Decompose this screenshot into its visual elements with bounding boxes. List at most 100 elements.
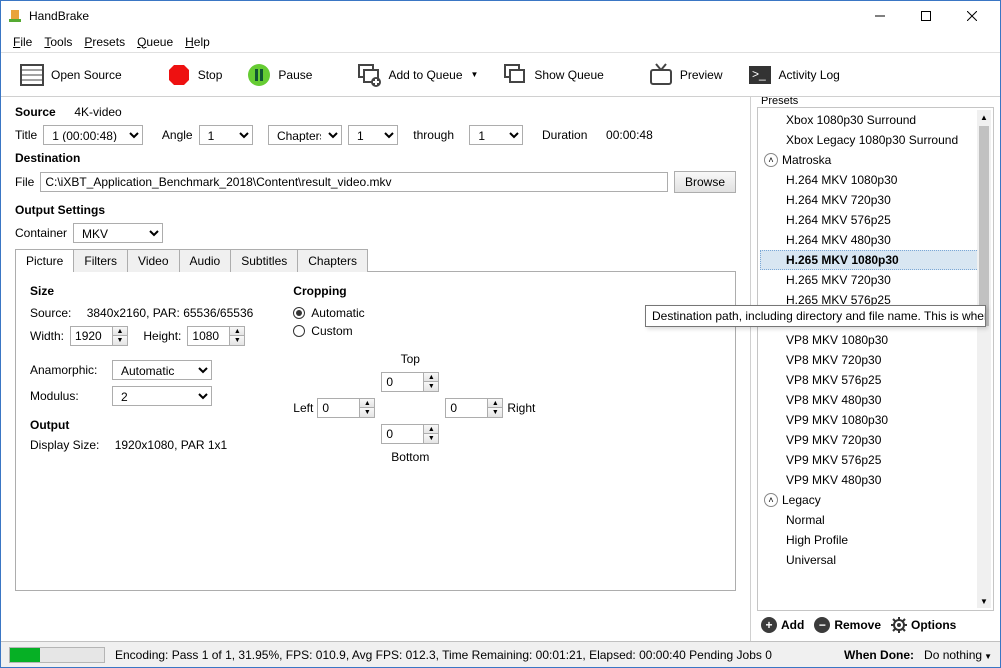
activity-log-button[interactable]: >_ Activity Log: [739, 58, 848, 92]
crop-automatic-radio[interactable]: Automatic: [293, 306, 535, 320]
tab-filters[interactable]: Filters: [73, 249, 128, 272]
crop-right-input[interactable]: [445, 398, 487, 418]
close-button[interactable]: [950, 3, 994, 29]
preset-item[interactable]: Xbox 1080p30 Surround: [760, 110, 991, 130]
preset-item[interactable]: VP9 MKV 480p30: [760, 470, 991, 490]
height-spinner[interactable]: ▲▼: [187, 326, 245, 346]
tab-audio[interactable]: Audio: [179, 249, 232, 272]
add-to-queue-button[interactable]: Add to Queue ▼: [348, 58, 486, 92]
cropping-heading: Cropping: [293, 284, 535, 298]
angle-select[interactable]: 1: [199, 125, 253, 145]
preset-item[interactable]: Xbox Legacy 1080p30 Surround: [760, 130, 991, 150]
preset-group[interactable]: ˄Legacy: [760, 490, 991, 510]
crop-bottom-spinner[interactable]: ▲▼: [381, 424, 439, 444]
preset-item[interactable]: VP8 MKV 1080p30: [760, 330, 991, 350]
crop-auto-label: Automatic: [311, 306, 364, 320]
height-label: Height:: [143, 329, 181, 343]
preset-add-button[interactable]: +Add: [761, 617, 804, 633]
preset-item[interactable]: Universal: [760, 550, 991, 570]
angle-label: Angle: [162, 128, 193, 142]
preset-item[interactable]: VP8 MKV 576p25: [760, 370, 991, 390]
crop-custom-label: Custom: [311, 324, 352, 338]
toolbar: Open Source Stop Pause Add to Queue ▼ Sh…: [1, 53, 1000, 97]
destination-label: Destination: [15, 151, 736, 165]
menu-presets[interactable]: Presets: [78, 33, 131, 51]
scroll-up-button[interactable]: ▲: [977, 110, 991, 124]
preview-button[interactable]: Preview: [640, 58, 731, 92]
maximize-button[interactable]: [904, 3, 948, 29]
preset-item[interactable]: VP9 MKV 1080p30: [760, 410, 991, 430]
browse-button[interactable]: Browse: [674, 171, 736, 193]
terminal-icon: >_: [747, 62, 773, 88]
preset-item[interactable]: VP9 MKV 720p30: [760, 430, 991, 450]
crop-top-spinner[interactable]: ▲▼: [381, 372, 439, 392]
app-icon: [7, 8, 23, 24]
scroll-thumb[interactable]: [979, 126, 989, 326]
preset-options-label: Options: [911, 618, 956, 632]
preset-item[interactable]: VP9 MKV 576p25: [760, 450, 991, 470]
anamorphic-select[interactable]: Automatic: [112, 360, 212, 380]
scrollbar[interactable]: ▲ ▼: [977, 110, 991, 608]
modulus-select[interactable]: 2: [112, 386, 212, 406]
height-input[interactable]: [187, 326, 229, 346]
chapters-mode-select[interactable]: Chapters: [268, 125, 342, 145]
crop-custom-radio[interactable]: Custom: [293, 324, 535, 338]
modulus-label: Modulus:: [30, 389, 106, 403]
preset-item[interactable]: H.265 MKV 720p30: [760, 270, 991, 290]
preset-item[interactable]: H.264 MKV 576p25: [760, 210, 991, 230]
tab-picture[interactable]: Picture: [15, 249, 74, 272]
preview-label: Preview: [680, 68, 723, 82]
through-label: through: [413, 128, 454, 142]
tab-subtitles[interactable]: Subtitles: [230, 249, 298, 272]
radio-icon: [293, 325, 305, 337]
when-done-label: When Done:: [844, 648, 914, 662]
container-select[interactable]: MKV: [73, 223, 163, 243]
preset-options-button[interactable]: Options: [891, 617, 956, 633]
preset-item[interactable]: Normal: [760, 510, 991, 530]
stop-button[interactable]: Stop: [158, 58, 231, 92]
crop-top-input[interactable]: [381, 372, 423, 392]
status-text: Encoding: Pass 1 of 1, 31.95%, FPS: 010.…: [115, 648, 834, 662]
preset-item[interactable]: H.264 MKV 1080p30: [760, 170, 991, 190]
display-size-value: 1920x1080, PAR 1x1: [115, 438, 228, 452]
preset-item[interactable]: VP8 MKV 480p30: [760, 390, 991, 410]
open-source-button[interactable]: Open Source: [11, 58, 130, 92]
preset-group[interactable]: ˄Matroska: [760, 150, 991, 170]
title-select[interactable]: 1 (00:00:48): [43, 125, 143, 145]
width-input[interactable]: [70, 326, 112, 346]
menu-file[interactable]: File: [7, 33, 38, 51]
preset-item[interactable]: High Profile: [760, 530, 991, 550]
crop-left-input[interactable]: [317, 398, 359, 418]
chapter-to-select[interactable]: 1: [469, 125, 523, 145]
crop-top-label: Top: [401, 352, 420, 366]
menu-queue[interactable]: Queue: [131, 33, 179, 51]
tab-video[interactable]: Video: [127, 249, 179, 272]
destination-file-input[interactable]: [40, 172, 668, 192]
crop-bottom-input[interactable]: [381, 424, 423, 444]
progress-bar: [9, 647, 105, 663]
preset-item[interactable]: H.264 MKV 480p30: [760, 230, 991, 250]
crop-left-spinner[interactable]: ▲▼: [317, 398, 375, 418]
preset-item[interactable]: VP8 MKV 720p30: [760, 350, 991, 370]
menu-tools[interactable]: Tools: [38, 33, 78, 51]
gear-icon: [891, 617, 907, 633]
add-queue-label: Add to Queue: [388, 68, 462, 82]
tab-chapters[interactable]: Chapters: [297, 249, 368, 272]
when-done-select[interactable]: Do nothing▼: [924, 648, 992, 662]
scroll-down-button[interactable]: ▼: [977, 594, 991, 608]
show-queue-button[interactable]: Show Queue: [494, 58, 611, 92]
preset-item[interactable]: H.264 MKV 720p30: [760, 190, 991, 210]
preset-remove-button[interactable]: −Remove: [814, 617, 881, 633]
file-label: File: [15, 175, 34, 189]
presets-list[interactable]: ▲ ▼ Xbox 1080p30 SurroundXbox Legacy 108…: [757, 107, 994, 611]
minimize-button[interactable]: [858, 3, 902, 29]
crop-right-spinner[interactable]: ▲▼: [445, 398, 503, 418]
menu-help[interactable]: Help: [179, 33, 216, 51]
pause-button[interactable]: Pause: [238, 58, 320, 92]
show-queue-label: Show Queue: [534, 68, 603, 82]
pause-icon: [246, 62, 272, 88]
chapter-from-select[interactable]: 1: [348, 125, 398, 145]
width-spinner[interactable]: ▲▼: [70, 326, 128, 346]
tv-icon: [648, 62, 674, 88]
preset-item[interactable]: H.265 MKV 1080p30: [760, 250, 991, 270]
